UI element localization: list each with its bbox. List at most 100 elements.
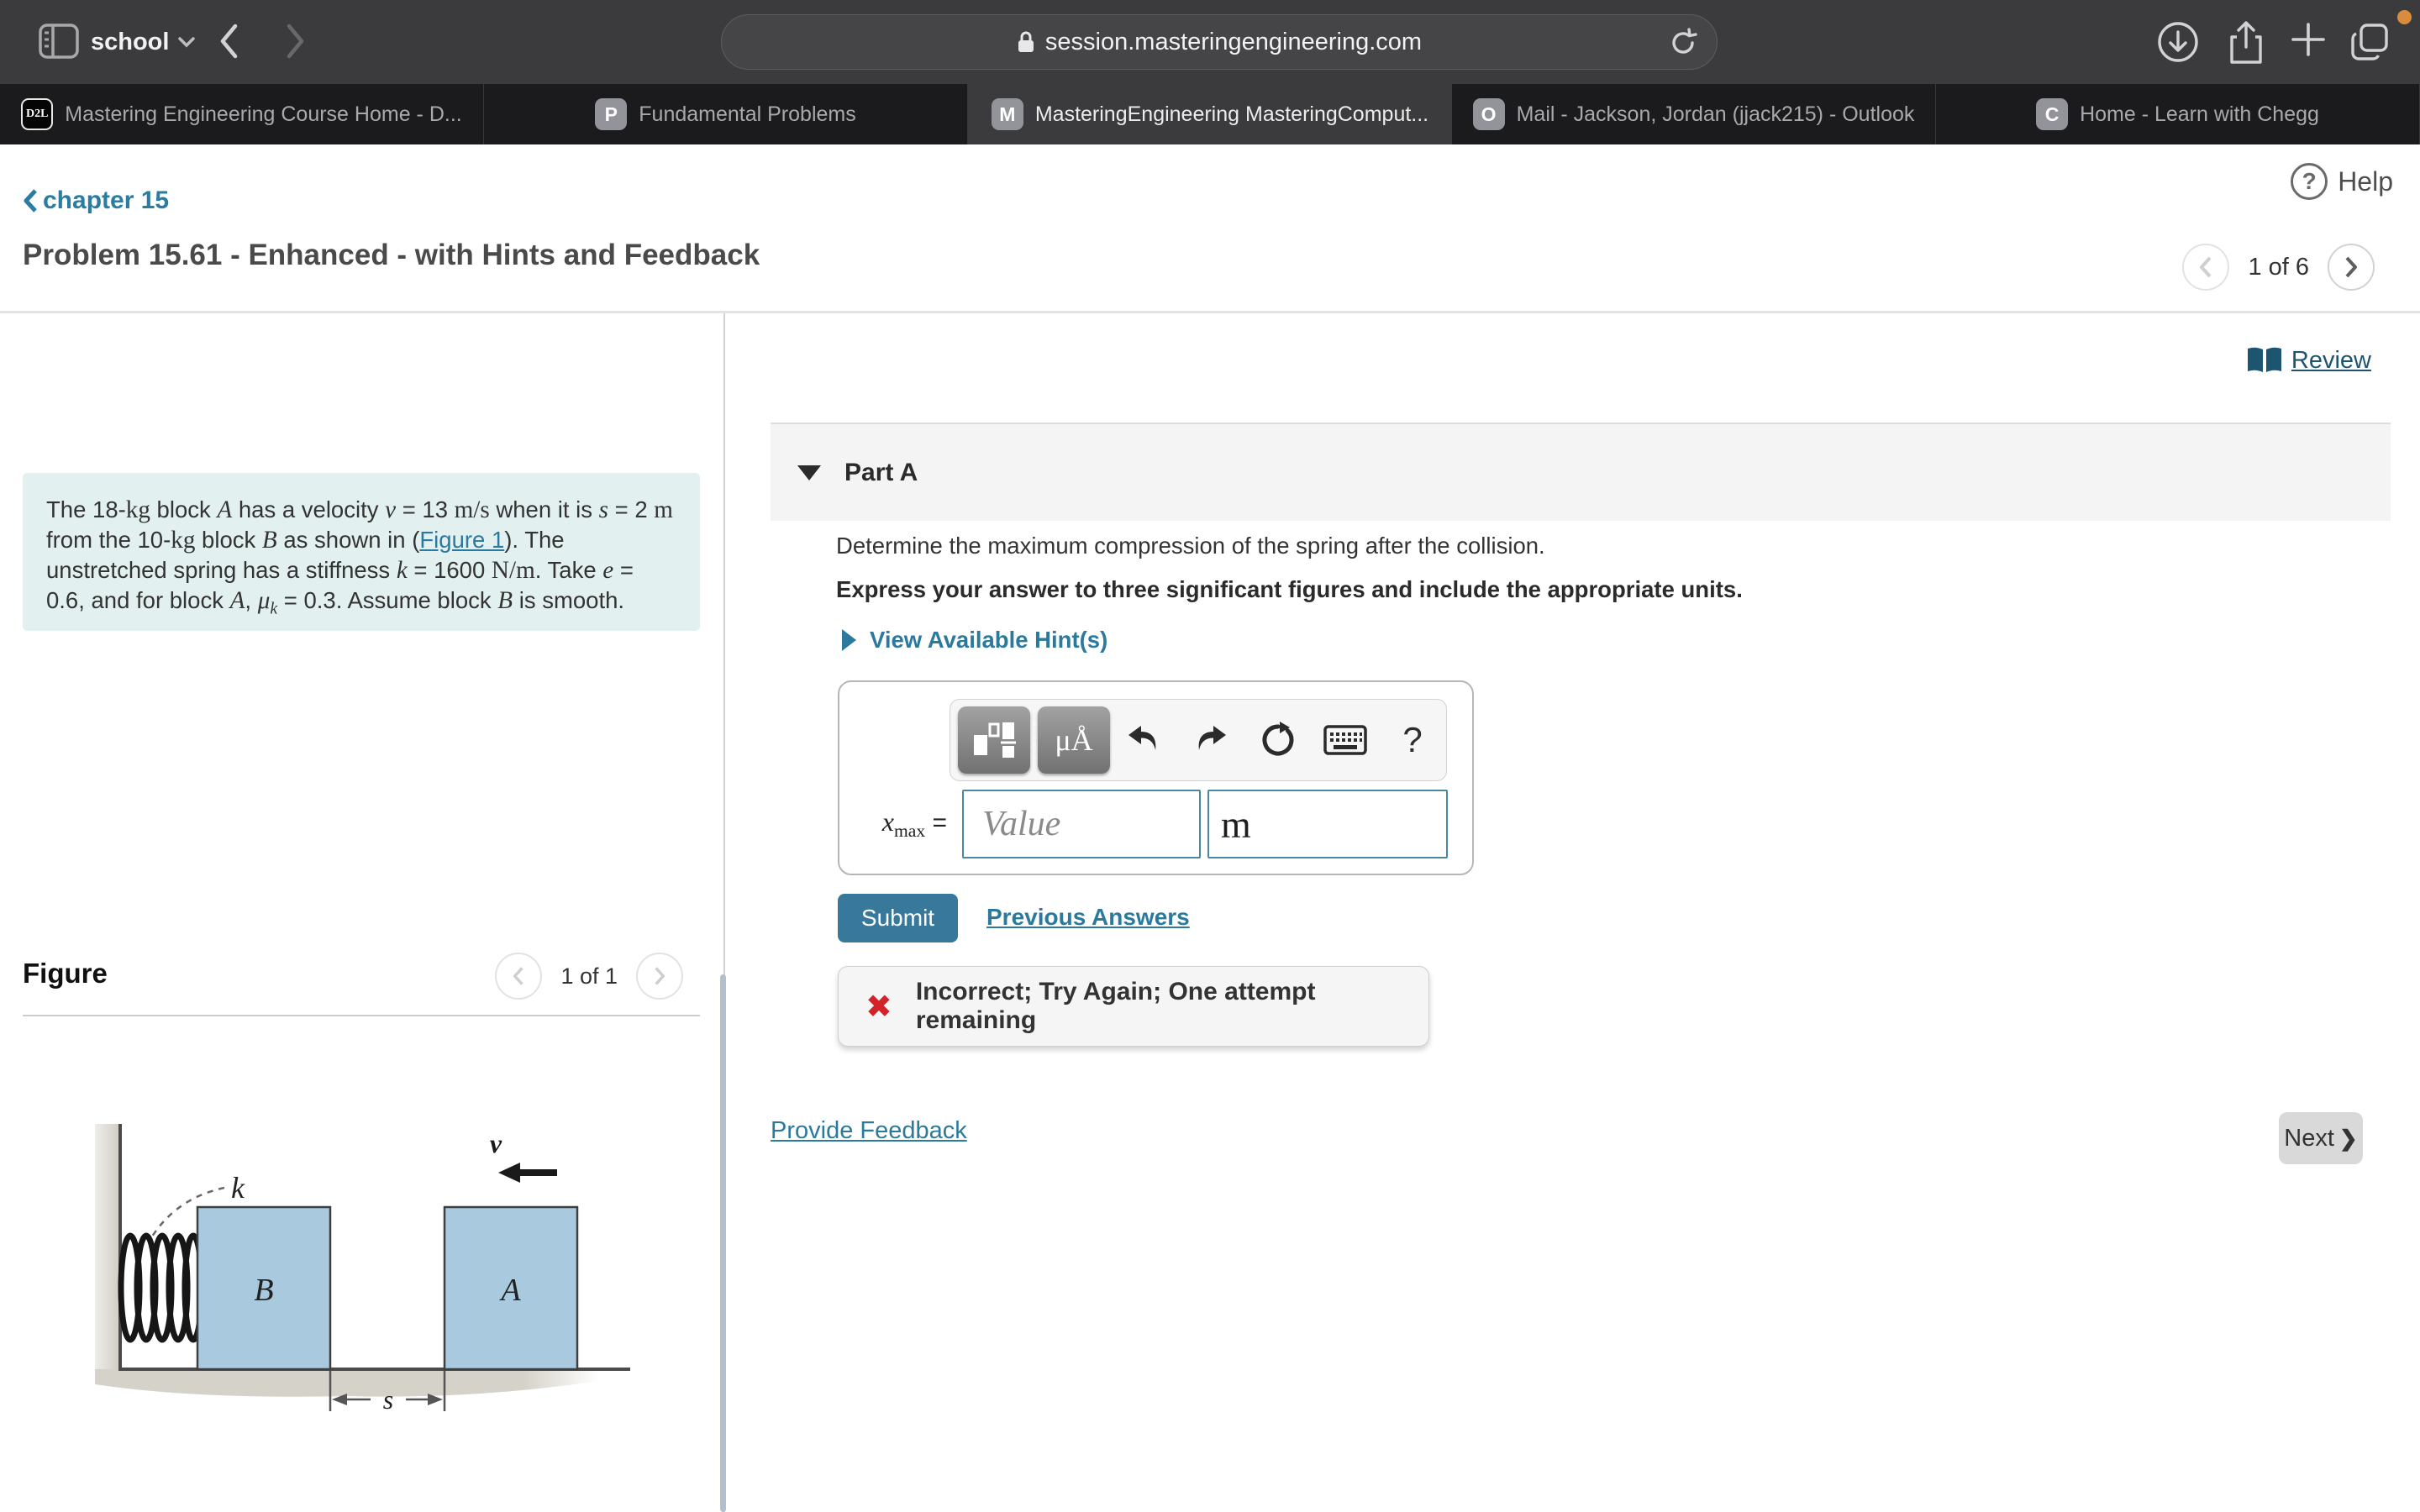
tab-label: Mastering Engineering Course Home - D...	[65, 102, 461, 127]
chevron-right-icon: ❯	[2339, 1126, 2358, 1152]
profile-switcher[interactable]: school	[91, 0, 196, 84]
answer-variable-label: xmax =	[839, 806, 947, 842]
incorrect-x-icon: ✖	[865, 988, 892, 1026]
block-a-label: A	[498, 1273, 521, 1308]
tab-label: Mail - Jackson, Jordan (jjack215) - Outl…	[1517, 102, 1915, 127]
problem-pager: 1 of 6	[2182, 244, 2375, 291]
breadcrumb-chapter-link[interactable]: chapter 15	[23, 186, 169, 215]
distance-label: s	[383, 1384, 393, 1415]
address-bar[interactable]: session.masteringengineering.com	[721, 14, 1718, 70]
chevron-down-icon	[177, 36, 196, 48]
figure-pagination: 1 of 1	[560, 963, 618, 990]
prev-problem-button[interactable]	[2182, 244, 2229, 291]
back-button[interactable]	[217, 22, 240, 60]
reload-icon[interactable]	[1668, 27, 1698, 59]
equation-help-button[interactable]: ?	[1379, 720, 1446, 760]
forward-button[interactable]	[284, 22, 308, 60]
url-text: session.masteringengineering.com	[1045, 29, 1422, 56]
tab-label: MasteringEngineering MasteringComput...	[1035, 102, 1428, 127]
next-button[interactable]: Next ❯	[2279, 1112, 2363, 1164]
tab-course-home[interactable]: D2L Mastering Engineering Course Home - …	[0, 84, 484, 144]
help-icon: ?	[1402, 720, 1422, 760]
velocity-arrowhead	[498, 1163, 520, 1183]
profile-name: school	[91, 29, 169, 56]
spring	[121, 1236, 202, 1340]
answer-instruction: Express your answer to three significant…	[836, 576, 1743, 603]
figure-title: Figure	[23, 958, 108, 989]
keyboard-icon	[1323, 725, 1367, 755]
part-a-label: Part A	[844, 459, 918, 487]
wall-texture	[95, 1124, 120, 1369]
equation-toolbar: μÅ	[950, 699, 1447, 781]
question-text: Determine the maximum compression of the…	[836, 533, 1545, 559]
answer-unit-input[interactable]	[1207, 790, 1448, 858]
sidebar-toggle-icon[interactable]	[39, 24, 79, 59]
redo-icon	[1194, 724, 1228, 756]
ground-texture	[95, 1369, 599, 1397]
velocity-label: v	[490, 1128, 502, 1158]
spring-stiffness-label: k	[231, 1171, 245, 1205]
help-icon: ?	[2291, 163, 2328, 200]
d2l-favicon: D2L	[21, 98, 53, 130]
previous-answers-link[interactable]: Previous Answers	[986, 904, 1190, 931]
answer-value-input[interactable]	[962, 790, 1201, 858]
tab-outlook-mail[interactable]: O Mail - Jackson, Jordan (jjack215) - Ou…	[1452, 84, 1936, 144]
symbol-palette-button[interactable]	[958, 706, 1030, 774]
units-icon: μÅ	[1055, 722, 1092, 758]
figure-pager: 1 of 1	[495, 953, 683, 1000]
submit-button[interactable]: Submit	[838, 894, 958, 942]
page-content: ? Help chapter 15 Problem 15.61 - Enhanc…	[0, 144, 2420, 1512]
feedback-banner: ✖ Incorrect; Try Again; One attempt rema…	[838, 966, 1429, 1047]
tab-mastering-engineering[interactable]: M MasteringEngineering MasteringComput..…	[968, 84, 1452, 144]
symbol-palette-icon	[972, 720, 1016, 760]
tab-label: Fundamental Problems	[639, 102, 855, 127]
recording-indicator-dot	[2397, 10, 2412, 24]
next-problem-button[interactable]	[2328, 244, 2375, 291]
problem-statement: The 18-kg block A has a velocity v = 13 …	[23, 473, 700, 631]
redo-button[interactable]	[1177, 724, 1244, 756]
tab-fundamental-problems[interactable]: P Fundamental Problems	[484, 84, 968, 144]
feedback-message: Incorrect; Try Again; One attempt remain…	[916, 978, 1428, 1035]
undo-button[interactable]	[1110, 724, 1177, 756]
lock-icon	[1017, 30, 1035, 54]
figure-link[interactable]: Figure 1	[419, 527, 504, 553]
help-link[interactable]: ? Help	[2291, 163, 2393, 200]
chevron-left-icon	[23, 188, 38, 213]
downloads-icon[interactable]	[2156, 20, 2200, 64]
browser-toolbar: school session.masteringengineering.com	[0, 0, 2420, 84]
p-favicon: P	[595, 98, 627, 130]
share-icon[interactable]	[2225, 20, 2267, 67]
units-button[interactable]: μÅ	[1038, 706, 1110, 774]
figure-header: Figure 1 of 1	[23, 958, 700, 990]
keyboard-button[interactable]	[1312, 725, 1379, 755]
prev-figure-button[interactable]	[495, 953, 542, 1000]
header-divider	[0, 311, 2420, 313]
block-b-label: B	[254, 1273, 273, 1308]
new-tab-icon[interactable]	[2289, 20, 2328, 59]
next-figure-button[interactable]	[636, 953, 683, 1000]
reset-icon	[1260, 722, 1297, 759]
o-favicon: O	[1473, 98, 1505, 130]
provide-feedback-link[interactable]: Provide Feedback	[771, 1117, 967, 1145]
tab-bar: D2L Mastering Engineering Course Home - …	[0, 84, 2420, 144]
part-a-header[interactable]: Part A	[771, 423, 2391, 521]
view-hints-link[interactable]: View Available Hint(s)	[842, 627, 1107, 654]
tab-label: Home - Learn with Chegg	[2080, 102, 2319, 127]
undo-icon	[1127, 724, 1160, 756]
c-favicon: C	[2036, 98, 2068, 130]
review-link[interactable]: Review	[2246, 346, 2371, 375]
figure-diagram: k B A v s	[71, 1117, 651, 1470]
answer-widget: μÅ	[838, 680, 1474, 875]
expand-caret-icon	[842, 629, 856, 651]
page-title: Problem 15.61 - Enhanced - with Hints an…	[23, 239, 760, 272]
problem-pagination: 1 of 6	[2248, 254, 2309, 281]
figure-divider	[23, 1015, 700, 1016]
m-favicon: M	[992, 98, 1023, 130]
tab-chegg[interactable]: C Home - Learn with Chegg	[1936, 84, 2420, 144]
tab-overview-icon[interactable]	[2348, 20, 2391, 64]
answer-row: xmax =	[839, 790, 1476, 858]
collapse-caret-icon	[797, 465, 821, 480]
reset-button[interactable]	[1244, 722, 1312, 759]
book-icon	[2246, 346, 2283, 375]
left-panel-scrollbar[interactable]	[720, 974, 726, 1512]
